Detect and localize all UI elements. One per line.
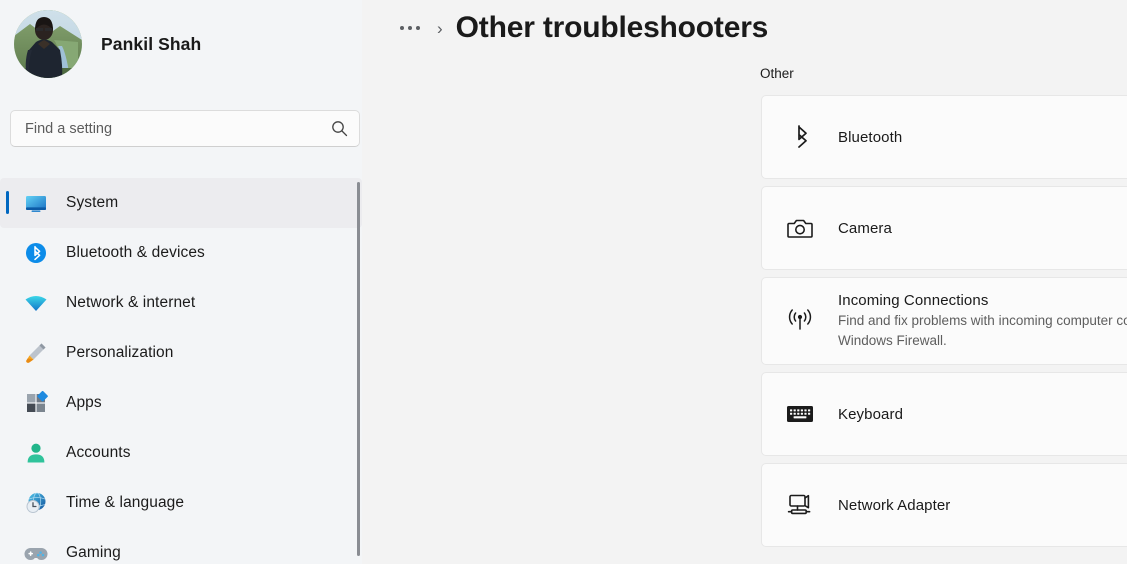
breadcrumb-more-button[interactable]	[398, 22, 422, 34]
person-icon	[20, 437, 52, 469]
keyboard-icon	[782, 404, 818, 424]
page-title: Other troubleshooters	[456, 11, 769, 45]
monitor-icon	[20, 187, 52, 219]
antenna-broadcast-icon	[782, 308, 818, 334]
settings-window: Pankil Shah	[0, 0, 1127, 564]
sidebar-item-accounts[interactable]: Accounts	[0, 428, 362, 478]
troubleshooter-list: Bluetooth Run Camera Run	[761, 95, 1127, 554]
sidebar-item-label: Network & internet	[66, 294, 195, 312]
sidebar-item-label: System	[66, 194, 118, 212]
sidebar-item-network-internet[interactable]: Network & internet	[0, 278, 362, 328]
sidebar-nav: System Bluetooth & devices	[0, 178, 362, 564]
sidebar-item-label: Time & language	[66, 494, 184, 512]
search-box[interactable]	[10, 110, 360, 147]
troubleshooter-text: Incoming Connections Find and fix proble…	[838, 292, 1127, 350]
gamepad-icon	[20, 537, 52, 564]
troubleshooter-name: Keyboard	[838, 406, 1127, 423]
apps-grid-icon	[20, 387, 52, 419]
sidebar-item-label: Gaming	[66, 544, 121, 562]
troubleshooter-name: Bluetooth	[838, 129, 1127, 146]
troubleshooter-row-keyboard[interactable]: Keyboard Run	[761, 372, 1127, 456]
troubleshooter-name: Camera	[838, 220, 1127, 237]
sidebar-item-gaming[interactable]: Gaming	[0, 528, 362, 564]
troubleshooter-text: Bluetooth	[838, 129, 1127, 146]
troubleshooter-text: Keyboard	[838, 406, 1127, 423]
section-label: Other	[362, 56, 1127, 81]
sidebar-item-time-language[interactable]: Time & language	[0, 478, 362, 528]
troubleshooter-description: Find and fix problems with incoming comp…	[838, 311, 1127, 350]
sidebar-item-label: Personalization	[66, 344, 173, 362]
troubleshooter-row-incoming-connections[interactable]: Incoming Connections Find and fix proble…	[761, 277, 1127, 365]
bluetooth-icon	[782, 124, 818, 150]
sidebar-item-bluetooth-devices[interactable]: Bluetooth & devices	[0, 228, 362, 278]
sidebar: Pankil Shah	[0, 0, 362, 564]
troubleshooter-row-network-adapter[interactable]: Network Adapter Run	[761, 463, 1127, 547]
profile-section[interactable]: Pankil Shah	[0, 0, 362, 78]
network-adapter-icon	[782, 492, 818, 518]
paintbrush-icon	[20, 337, 52, 369]
sidebar-item-label: Apps	[66, 394, 102, 412]
troubleshooter-text: Camera	[838, 220, 1127, 237]
bluetooth-icon	[20, 237, 52, 269]
main-content: › Other troubleshooters Other Bluetooth …	[362, 0, 1127, 564]
troubleshooter-row-bluetooth[interactable]: Bluetooth Run	[761, 95, 1127, 179]
breadcrumb: › Other troubleshooters	[362, 0, 1127, 56]
sidebar-item-system[interactable]: System	[0, 178, 362, 228]
sidebar-item-label: Accounts	[66, 444, 131, 462]
profile-name: Pankil Shah	[101, 34, 201, 55]
sidebar-item-apps[interactable]: Apps	[0, 378, 362, 428]
troubleshooter-row-camera[interactable]: Camera Run	[761, 186, 1127, 270]
wifi-icon	[20, 287, 52, 319]
search-input[interactable]	[11, 121, 319, 137]
sidebar-item-label: Bluetooth & devices	[66, 244, 205, 262]
avatar	[14, 10, 82, 78]
sidebar-scrollbar[interactable]	[357, 182, 361, 556]
troubleshooter-name: Incoming Connections	[838, 292, 1127, 309]
search-icon[interactable]	[319, 120, 359, 137]
sidebar-item-personalization[interactable]: Personalization	[0, 328, 362, 378]
troubleshooter-name: Network Adapter	[838, 497, 1127, 514]
camera-icon	[782, 217, 818, 239]
globe-clock-icon	[20, 487, 52, 519]
chevron-right-icon: ›	[437, 20, 443, 37]
sidebar-scrollbar-thumb[interactable]	[357, 182, 360, 556]
troubleshooter-text: Network Adapter	[838, 497, 1127, 514]
